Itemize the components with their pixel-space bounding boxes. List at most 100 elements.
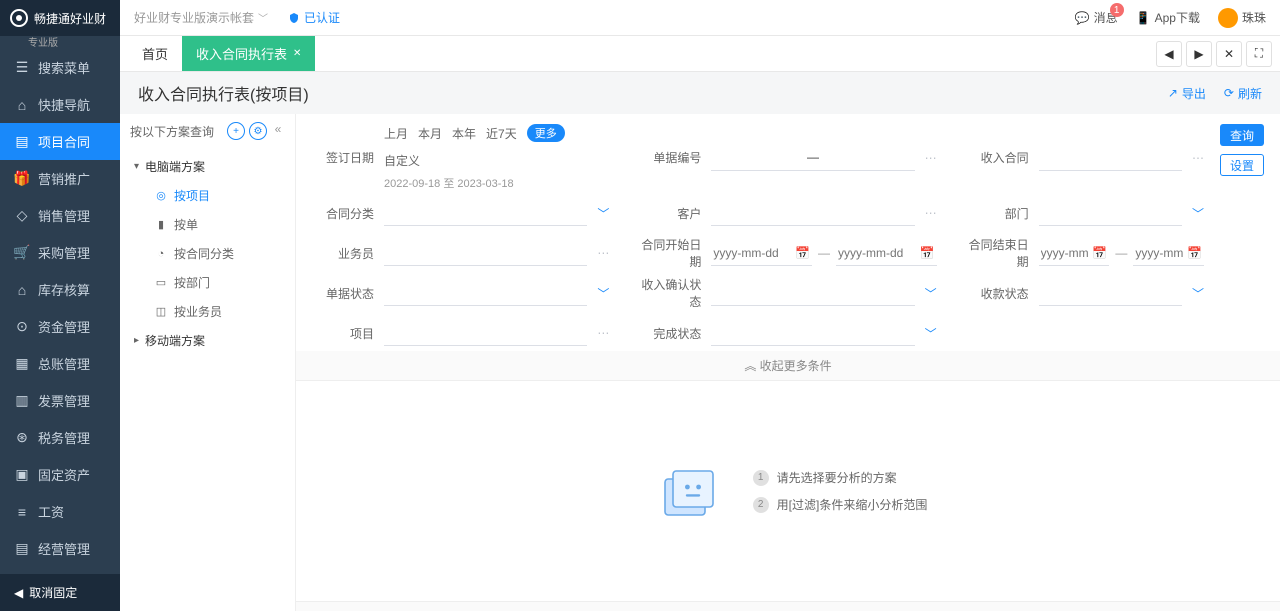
income-contract-input[interactable]	[1039, 145, 1182, 171]
more-icon[interactable]: ⋯	[597, 326, 609, 340]
asset-icon: ▣	[14, 467, 30, 483]
doc-icon: ▤	[14, 134, 30, 150]
account-dropdown[interactable]: 好业财专业版演示帐套 ﹀	[134, 9, 268, 26]
tab-close-all-button[interactable]: ✕	[1216, 41, 1242, 67]
date-tab-7days[interactable]: 近7天	[486, 125, 517, 142]
field-complete-status: 完成状态 ﹀	[639, 315, 936, 351]
field-doc-no: 单据编号 —⋯	[639, 124, 936, 191]
sidebar-item-11[interactable]: ▣固定资产	[0, 456, 120, 493]
more-icon[interactable]: ⋯	[1192, 151, 1204, 165]
query-button[interactable]: 查询	[1220, 124, 1264, 146]
tab-expand-button[interactable]: ⛶	[1246, 41, 1272, 67]
sidebar-item-3[interactable]: 🎁营销推广	[0, 160, 120, 197]
doc-no-input[interactable]: —	[711, 145, 914, 171]
more-icon[interactable]: ⋯	[597, 246, 609, 260]
collapse-panel-button[interactable]: «	[271, 122, 285, 136]
date-tab-this-month[interactable]: 本月	[418, 125, 442, 142]
money-icon: ≡	[14, 504, 30, 520]
sidebar-item-4[interactable]: ◇销售管理	[0, 197, 120, 234]
receipt-status-select[interactable]	[1039, 280, 1182, 306]
chevron-down-icon[interactable]: ﹀	[597, 205, 609, 222]
dept-select[interactable]	[1039, 200, 1182, 226]
tree-node-6[interactable]: ▸移动端方案	[120, 326, 295, 355]
arrow-left-icon: ◀	[14, 586, 23, 600]
chevron-down-icon: ﹀	[258, 10, 268, 25]
settings-button[interactable]: 设置	[1220, 154, 1264, 176]
tab-prev-button[interactable]: ◀	[1156, 41, 1182, 67]
date-tab-more[interactable]: 更多	[527, 124, 565, 142]
chevron-down-icon[interactable]: ﹀	[925, 325, 937, 342]
start-date-to-input[interactable]: 📅	[836, 240, 937, 266]
add-scheme-button[interactable]: +	[227, 122, 245, 140]
tab-next-button[interactable]: ▶	[1186, 41, 1212, 67]
sidebar-item-10[interactable]: ⊛税务管理	[0, 419, 120, 456]
app-download-button[interactable]: 📱 App下载	[1136, 9, 1200, 26]
scheme-settings-button[interactable]: ⚙	[249, 122, 267, 140]
tab-0[interactable]: 首页	[128, 36, 182, 71]
message-button[interactable]: 💬 消息 1	[1075, 9, 1118, 26]
sidebar-item-0[interactable]: ☰搜索菜单	[0, 49, 120, 86]
sidebar-item-13[interactable]: ▤经营管理	[0, 530, 120, 567]
sidebar-item-9[interactable]: ▥发票管理	[0, 382, 120, 419]
scheme-panel: 按以下方案查询 + ⚙ « ▾电脑端方案◎按项目▮按单◔按合同分类▭按部门◫按业…	[120, 114, 296, 611]
salesperson-input[interactable]	[384, 240, 587, 266]
sidebar-item-2[interactable]: ▤项目合同	[0, 123, 120, 160]
chevron-down-icon[interactable]: ﹀	[925, 285, 937, 302]
sidebar-item-8[interactable]: ▦总账管理	[0, 345, 120, 382]
sidebar-item-6[interactable]: ⌂库存核算	[0, 271, 120, 308]
doc-status-select[interactable]	[384, 280, 587, 306]
calendar-icon: 📅	[920, 246, 935, 260]
unpin-button[interactable]: ◀ 取消固定	[0, 574, 120, 611]
tabbar: 首页收入合同执行表✕ ◀ ▶ ✕ ⛶	[120, 36, 1280, 72]
target-icon: ◎	[154, 189, 168, 203]
complete-status-select[interactable]	[711, 320, 914, 346]
tree-node-1[interactable]: ◎按项目	[120, 181, 295, 210]
chevron-down-icon[interactable]: ﹀	[597, 285, 609, 302]
content: 按以下方案查询 + ⚙ « ▾电脑端方案◎按项目▮按单◔按合同分类▭按部门◫按业…	[120, 114, 1280, 611]
scheme-tree: ▾电脑端方案◎按项目▮按单◔按合同分类▭按部门◫按业务员▸移动端方案	[120, 148, 295, 359]
end-date-from-input[interactable]: 📅	[1039, 240, 1110, 266]
field-dept: 部门 ﹀	[967, 195, 1264, 231]
income-confirm-select[interactable]	[711, 280, 914, 306]
user-menu[interactable]: 珠珠	[1218, 8, 1266, 28]
tab-1[interactable]: 收入合同执行表✕	[182, 36, 315, 71]
chevron-down-icon[interactable]: ﹀	[1192, 205, 1204, 222]
sidebar-item-5[interactable]: 🛒采购管理	[0, 234, 120, 271]
shield-icon	[288, 12, 300, 24]
project-input[interactable]	[384, 320, 587, 346]
topbar: 好业财专业版演示帐套 ﹀ 已认证 💬 消息 1 📱 App下载	[120, 0, 1280, 36]
brand-name: 畅捷通好业财	[34, 10, 106, 27]
customer-input[interactable]	[711, 200, 914, 226]
caret-icon: ▾	[134, 161, 139, 172]
message-badge: 1	[1110, 3, 1124, 17]
sidebar-item-12[interactable]: ≡工资	[0, 493, 120, 530]
tag-icon: ◇	[14, 208, 30, 224]
page-title: 收入合同执行表(按项目)	[138, 81, 309, 105]
tree-node-3[interactable]: ◔按合同分类	[120, 239, 295, 268]
filters: 查询 设置 签订日期 上月 本月 本年 近7天 更多	[296, 114, 1280, 351]
date-tab-last-month[interactable]: 上月	[384, 125, 408, 142]
date-tab-custom[interactable]: 自定义	[384, 152, 420, 169]
start-date-from-input[interactable]: 📅	[711, 240, 812, 266]
collapse-filters-button[interactable]: ︽ 收起更多条件	[296, 351, 1280, 381]
sidebar-item-7[interactable]: ⊙资金管理	[0, 308, 120, 345]
sidebar-item-1[interactable]: ⌂快捷导航	[0, 86, 120, 123]
close-icon[interactable]: ✕	[293, 48, 301, 59]
export-button[interactable]: ↗ 导出	[1168, 85, 1206, 102]
end-date-to-input[interactable]: 📅	[1133, 240, 1204, 266]
tree-node-2[interactable]: ▮按单	[120, 210, 295, 239]
tree-node-0[interactable]: ▾电脑端方案	[120, 152, 295, 181]
tree-node-5[interactable]: ◫按业务员	[120, 297, 295, 326]
tree-node-4[interactable]: ▭按部门	[120, 268, 295, 297]
verified-badge: 已认证	[288, 9, 340, 26]
more-icon[interactable]: ⋯	[925, 151, 937, 165]
sidebar-item-14[interactable]: ↻小畅报销	[0, 567, 120, 574]
horizontal-scrollbar[interactable]	[296, 601, 1280, 611]
contract-cat-select[interactable]	[384, 200, 587, 226]
date-tab-this-year[interactable]: 本年	[452, 125, 476, 142]
logo-icon	[10, 9, 28, 27]
chevron-down-icon[interactable]: ﹀	[1192, 285, 1204, 302]
more-icon[interactable]: ⋯	[925, 206, 937, 220]
user-icon: ◫	[154, 305, 168, 319]
refresh-button[interactable]: ⟳ 刷新	[1224, 85, 1262, 102]
